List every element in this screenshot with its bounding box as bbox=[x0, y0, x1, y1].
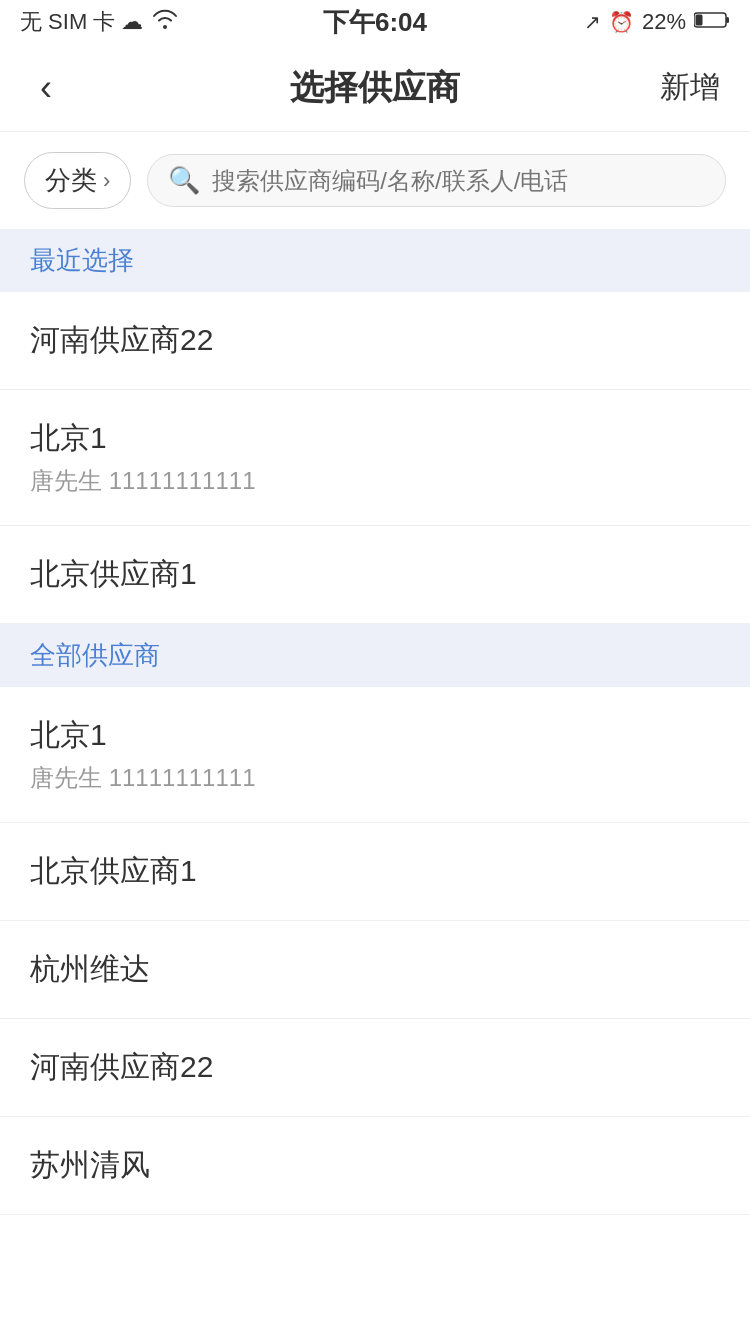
wifi-icon bbox=[151, 9, 179, 35]
item-name: 北京供应商1 bbox=[30, 554, 720, 595]
battery-label: 22% bbox=[642, 9, 686, 35]
all-section-label: 全部供应商 bbox=[30, 640, 160, 670]
list-item[interactable]: 河南供应商22 bbox=[0, 1019, 750, 1117]
list-item[interactable]: 北京供应商1 bbox=[0, 526, 750, 624]
list-item[interactable]: 河南供应商22 bbox=[0, 292, 750, 390]
all-list: 北京1 唐先生 11111111111 北京供应商1 杭州维达河南供应商22 苏州清风 bbox=[0, 687, 750, 1215]
item-name: 北京1 bbox=[30, 715, 720, 756]
list-item[interactable]: 苏州清风 bbox=[0, 1117, 750, 1215]
status-bar: 无 SIM 卡 ☁ 下午6:04 ↗ ⏰ 22% bbox=[0, 0, 750, 44]
list-item[interactable]: 北京1 唐先生 11111111111 bbox=[0, 390, 750, 526]
category-filter[interactable]: 分类 › bbox=[24, 152, 131, 209]
item-name: 杭州维达 bbox=[30, 949, 720, 990]
item-name: 河南供应商22 bbox=[30, 320, 720, 361]
page-title: 选择供应商 bbox=[290, 65, 460, 111]
item-sub: 唐先生 11111111111 bbox=[30, 762, 720, 794]
filter-bar: 分类 › 🔍 bbox=[0, 132, 750, 229]
svg-rect-1 bbox=[726, 17, 729, 23]
item-name: 北京1 bbox=[30, 418, 720, 459]
recent-section-label: 最近选择 bbox=[30, 245, 134, 275]
list-item[interactable]: 北京供应商1 bbox=[0, 823, 750, 921]
status-time: 下午6:04 bbox=[323, 5, 427, 40]
item-name: 苏州清风 bbox=[30, 1145, 720, 1186]
location-icon: ↗ bbox=[584, 10, 601, 34]
search-input[interactable] bbox=[212, 167, 705, 195]
chevron-right-icon: › bbox=[103, 168, 110, 194]
all-section-header: 全部供应商 bbox=[0, 624, 750, 687]
add-button[interactable]: 新增 bbox=[660, 67, 720, 108]
item-sub: 唐先生 11111111111 bbox=[30, 465, 720, 497]
svg-rect-2 bbox=[696, 15, 703, 26]
sim-label: 无 SIM 卡 ☁ bbox=[20, 7, 143, 37]
category-label: 分类 bbox=[45, 163, 97, 198]
nav-bar: ‹ 选择供应商 新增 bbox=[0, 44, 750, 132]
battery-icon bbox=[694, 9, 730, 35]
list-item[interactable]: 杭州维达 bbox=[0, 921, 750, 1019]
recent-section-header: 最近选择 bbox=[0, 229, 750, 292]
search-box[interactable]: 🔍 bbox=[147, 154, 726, 207]
status-right: ↗ ⏰ 22% bbox=[584, 9, 730, 35]
item-name: 河南供应商22 bbox=[30, 1047, 720, 1088]
status-left: 无 SIM 卡 ☁ bbox=[20, 7, 179, 37]
alarm-icon: ⏰ bbox=[609, 10, 634, 34]
list-item[interactable]: 北京1 唐先生 11111111111 bbox=[0, 687, 750, 823]
item-name: 北京供应商1 bbox=[30, 851, 720, 892]
search-icon: 🔍 bbox=[168, 165, 200, 196]
back-button[interactable]: ‹ bbox=[30, 57, 62, 119]
recent-list: 河南供应商22 北京1 唐先生 11111111111 北京供应商1 bbox=[0, 292, 750, 624]
